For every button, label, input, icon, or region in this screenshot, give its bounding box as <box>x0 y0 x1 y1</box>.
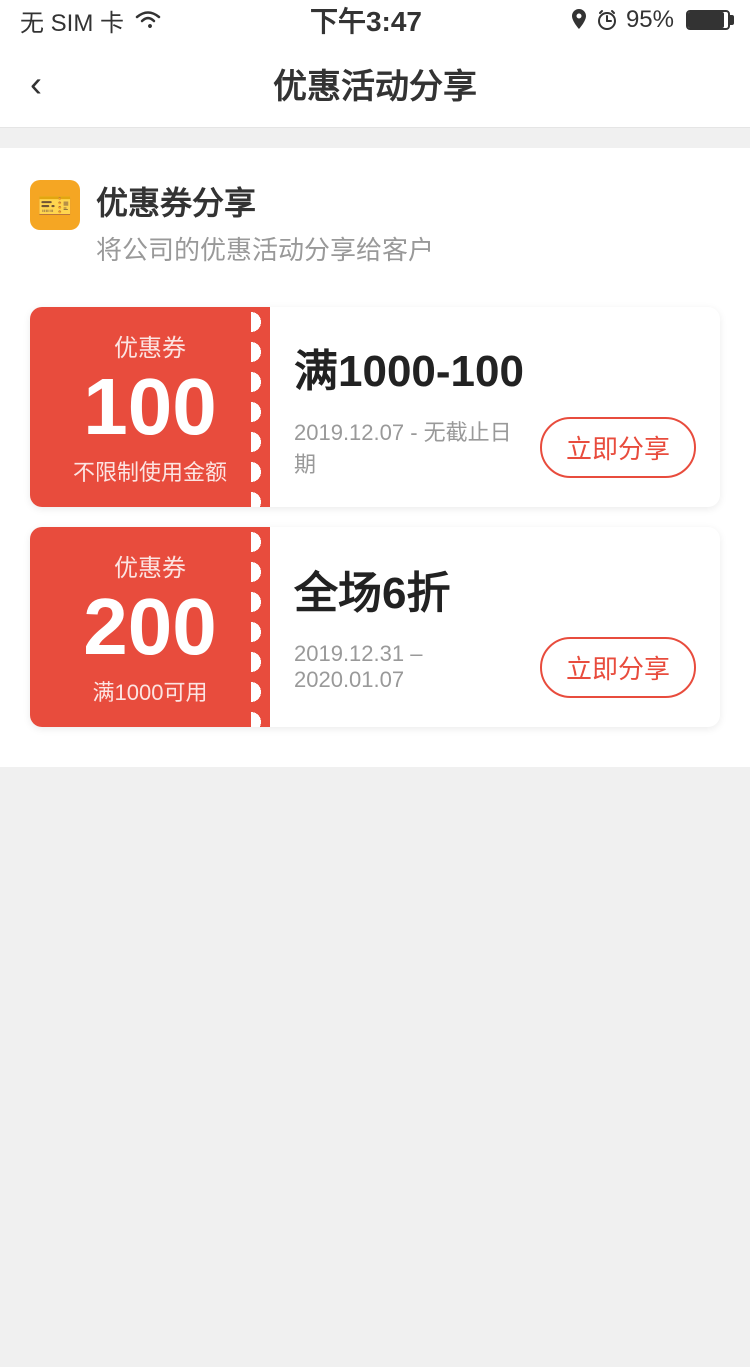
coupon-bottom-row-0: 2019.12.07 - 无截止日期 立即分享 <box>294 415 696 479</box>
battery-icon <box>686 10 730 30</box>
coupon-item-1: 优惠券 200 满1000可用 全场6折 2019.12.31 – 2020.0… <box>30 527 720 727</box>
share-button-0[interactable]: 立即分享 <box>540 417 696 478</box>
section-divider <box>0 128 750 148</box>
empty-area <box>0 767 750 1367</box>
coupon-item-0: 优惠券 100 不限制使用金额 满1000-100 2019.12.07 - 无… <box>30 307 720 507</box>
coupon-bottom-row-1: 2019.12.31 – 2020.01.07 立即分享 <box>294 637 696 698</box>
coupon-amount-0: 100 <box>83 367 216 447</box>
coupon-condition-1: 满1000可用 <box>83 675 218 707</box>
coupon-right-0: 满1000-100 2019.12.07 - 无截止日期 立即分享 <box>270 307 720 507</box>
coupon-name-0: 满1000-100 <box>294 335 696 399</box>
coupon-label-1: 优惠券 <box>114 548 186 583</box>
coupon-list-container: 🎫 优惠券分享 将公司的优惠活动分享给客户 优惠券 100 不限制使用金额 满1… <box>0 148 750 767</box>
battery-percent: 95% <box>626 6 674 34</box>
nav-title: 优惠活动分享 <box>273 59 477 108</box>
coupon-left-0: 优惠券 100 不限制使用金额 <box>30 307 270 507</box>
nav-bar: ‹ 优惠活动分享 <box>0 40 750 128</box>
status-bar: 无 SIM 卡 下午3:47 95% <box>0 0 750 40</box>
carrier-text: 无 SIM 卡 <box>20 3 124 38</box>
coupon-right-1: 全场6折 2019.12.31 – 2020.01.07 立即分享 <box>270 527 720 727</box>
coupon-date-1: 2019.12.31 – 2020.01.07 <box>294 641 530 693</box>
coupon-condition-0: 不限制使用金额 <box>63 455 237 487</box>
alarm-icon <box>596 9 618 31</box>
status-time: 下午3:47 <box>310 0 422 40</box>
status-left: 无 SIM 卡 <box>20 3 162 38</box>
coupon-amount-1: 200 <box>83 587 216 667</box>
section-header: 🎫 优惠券分享 将公司的优惠活动分享给客户 <box>0 148 750 287</box>
section-icon: 🎫 <box>30 180 80 230</box>
section-title: 优惠券分享 <box>96 178 434 224</box>
location-icon <box>570 9 588 31</box>
section-subtitle: 将公司的优惠活动分享给客户 <box>96 230 434 267</box>
status-right: 95% <box>570 6 730 34</box>
section-text: 优惠券分享 将公司的优惠活动分享给客户 <box>96 178 434 267</box>
wifi-icon <box>134 10 162 30</box>
coupon-date-0: 2019.12.07 - 无截止日期 <box>294 415 530 479</box>
coupon-label-0: 优惠券 <box>114 328 186 363</box>
back-button[interactable]: ‹ <box>30 66 42 102</box>
coupon-left-1: 优惠券 200 满1000可用 <box>30 527 270 727</box>
coupon-name-1: 全场6折 <box>294 557 696 621</box>
share-button-1[interactable]: 立即分享 <box>540 637 696 698</box>
